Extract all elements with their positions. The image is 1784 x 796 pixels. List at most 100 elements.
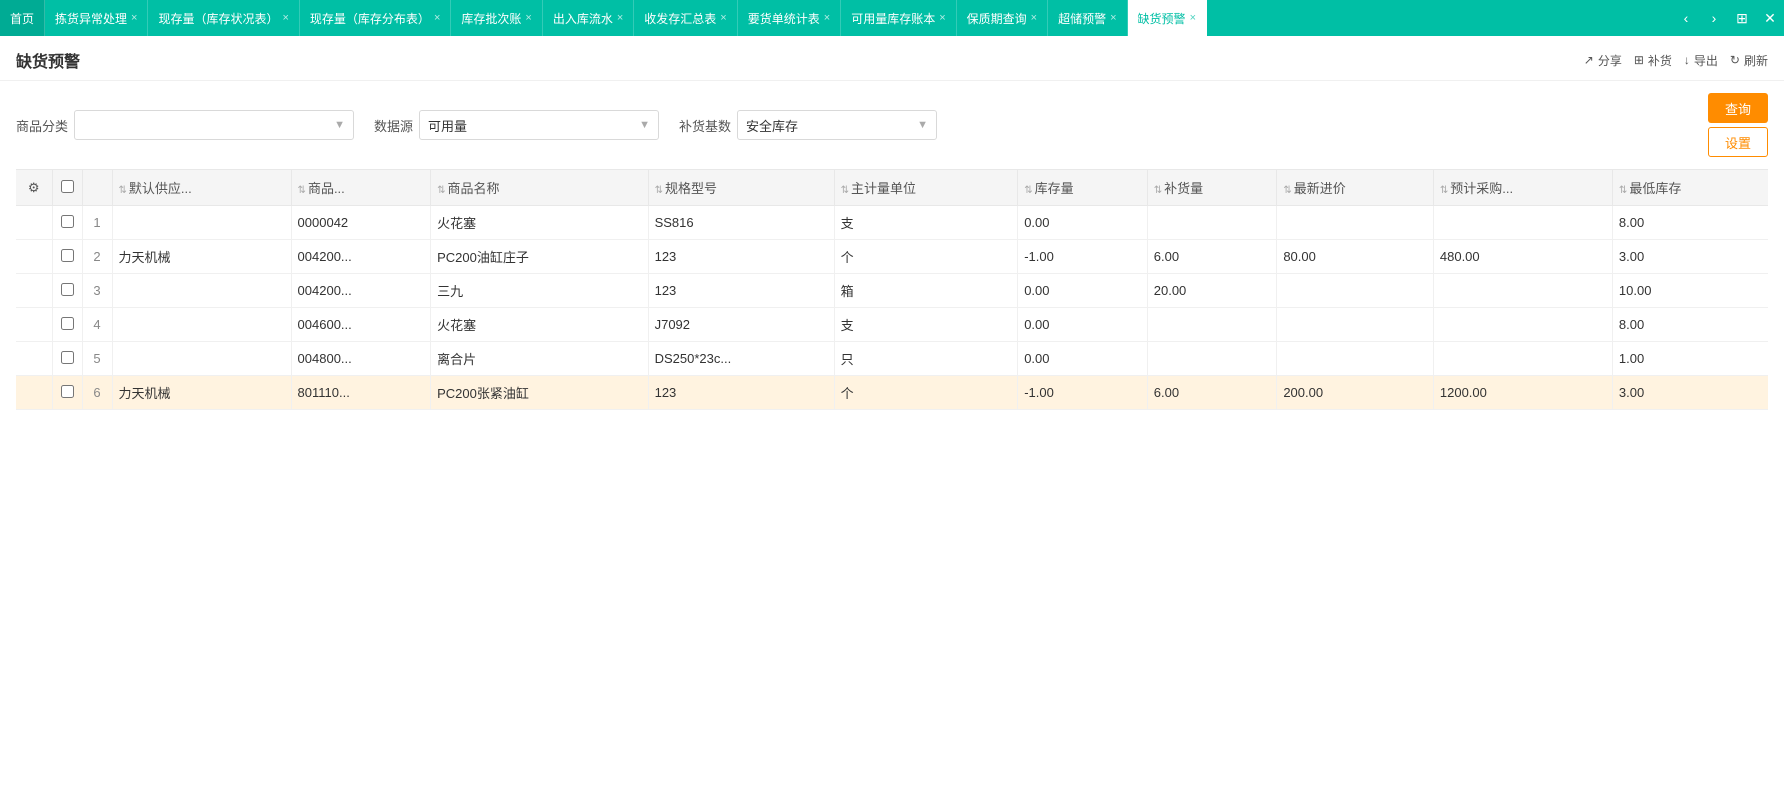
nav-tab-2[interactable]: 现存量（库存状况表） × [148,0,299,36]
cell-estimated_purchase: 1200.00 [1433,376,1612,410]
nav-tab-11[interactable]: 缺货预警 × [1128,0,1207,36]
nav-tab-close[interactable]: × [1110,12,1116,24]
replenish-icon: ⊞ [1634,53,1644,67]
nav-tab-close[interactable]: × [824,12,830,24]
cell-product_code: 004800... [291,342,431,376]
nav-tab-4[interactable]: 库存批次账× [451,0,542,36]
cell-min_stock: 3.00 [1612,240,1768,274]
row-settings-cell [16,308,52,342]
cell-min_stock: 10.00 [1612,274,1768,308]
nav-tab-9[interactable]: 保质期查询× [957,0,1048,36]
cell-product_code: 0000042 [291,206,431,240]
row-checkbox[interactable] [61,215,74,228]
cell-product_code: 004200... [291,240,431,274]
cell-min_stock: 8.00 [1612,206,1768,240]
row-checkbox[interactable] [61,249,74,262]
nav-tab-10[interactable]: 超储预警 × [1048,0,1127,36]
page-title: 缺货预警 [16,48,80,72]
nav-tab-label: 超储预警 [1058,10,1106,27]
row-checkbox-cell [52,376,82,410]
col-header-min_stock[interactable]: ⇅最低库存 [1612,170,1768,206]
col-header-default_supplier[interactable]: ⇅默认供应... [112,170,291,206]
cell-latest_price: 200.00 [1277,376,1434,410]
nav-tab-3[interactable]: 现存量（库存分布表）× [300,0,451,36]
share-button[interactable]: ↗ 分享 [1584,52,1622,69]
export-icon: ↓ [1684,53,1690,67]
row-checkbox-cell [52,274,82,308]
cell-min_stock: 3.00 [1612,376,1768,410]
cell-default_supplier [112,206,291,240]
cell-default_supplier: 力天机械 [112,376,291,410]
refresh-button[interactable]: ↻ 刷新 [1730,52,1768,69]
nav-tab-7[interactable]: 要货单统计表 × [738,0,841,36]
header-actions: ↗ 分享 ⊞ 补货 ↓ 导出 ↻ 刷新 [1584,52,1768,69]
refresh-icon: ↻ [1730,53,1740,67]
nav-tab-close[interactable]: × [617,12,623,24]
nav-tab-label: 首页 [10,10,34,27]
nav-tab-8[interactable]: 可用量库存账本× [841,0,956,36]
nav-tab-label: 要货单统计表 [748,10,820,27]
nav-tab-close[interactable]: × [282,12,288,24]
replenish-button[interactable]: ⊞ 补货 [1634,52,1672,69]
nav-tab-close[interactable]: × [434,12,440,24]
nav-prev-button[interactable]: ‹ [1672,0,1700,36]
row-number: 2 [82,240,112,274]
nav-tab-0[interactable]: 首页 [0,0,45,36]
cell-estimated_purchase [1433,308,1612,342]
cell-latest_price: 80.00 [1277,240,1434,274]
row-checkbox[interactable] [61,385,74,398]
export-button[interactable]: ↓ 导出 [1684,52,1718,69]
cell-spec: J7092 [648,308,834,342]
row-checkbox[interactable] [61,283,74,296]
row-checkbox[interactable] [61,317,74,330]
commodity-dropdown-icon: ▼ [334,119,345,131]
col-header-latest_price[interactable]: ⇅最新进价 [1277,170,1434,206]
nav-tab-1[interactable]: 拣货异常处理× [45,0,148,36]
table-row: 3004200...三九123箱0.0020.0010.00 [16,274,1768,308]
cell-product_name: 火花塞 [431,308,648,342]
nav-tab-label: 缺货预警 [1138,10,1186,27]
datasource-dropdown-icon: ▼ [639,119,650,131]
cell-estimated_purchase: 480.00 [1433,240,1612,274]
nav-tab-close[interactable]: × [720,12,726,24]
col-header-stock[interactable]: ⇅库存量 [1018,170,1148,206]
row-checkbox-cell [52,240,82,274]
nav-next-button[interactable]: › [1700,0,1728,36]
col-header-estimated_purchase[interactable]: ⇅预计采购... [1433,170,1612,206]
query-button[interactable]: 查询 [1708,93,1768,123]
commodity-filter-group: 商品分类 ▼ [16,110,354,140]
cell-spec: DS250*23c... [648,342,834,376]
col-header-unit[interactable]: ⇅主计量单位 [834,170,1018,206]
nav-tab-close[interactable]: × [131,12,137,24]
col-header-replenish_qty[interactable]: ⇅补货量 [1147,170,1277,206]
cell-spec: SS816 [648,206,834,240]
col-header-product_code[interactable]: ⇅商品... [291,170,431,206]
replenish-base-select[interactable]: 安全库存 ▼ [737,110,937,140]
nav-tab-close[interactable]: × [1031,12,1037,24]
nav-tab-label: 出入库流水 [553,10,613,27]
sort-icon: ⇅ [841,185,849,196]
nav-restore-button[interactable]: ⊞ [1728,0,1756,36]
nav-tab-6[interactable]: 收发存汇总表× [634,0,737,36]
nav-close-button[interactable]: ✕ [1756,0,1784,36]
commodity-select[interactable]: ▼ [74,110,354,140]
select-all-checkbox[interactable] [61,180,74,193]
nav-tab-close[interactable]: × [1190,12,1196,24]
nav-tab-close[interactable]: × [939,12,945,24]
table-settings-icon[interactable]: ⚙ [28,180,40,195]
cell-replenish_qty [1147,342,1277,376]
row-checkbox[interactable] [61,351,74,364]
nav-tab-5[interactable]: 出入库流水 × [543,0,634,36]
nav-tab-label: 现存量（库存状况表） [158,10,278,27]
nav-tab-close[interactable]: × [525,12,531,24]
settings-button[interactable]: 设置 [1708,127,1768,157]
replenish-base-dropdown-icon: ▼ [917,119,928,131]
cell-spec: 123 [648,240,834,274]
cell-latest_price [1277,342,1434,376]
datasource-select[interactable]: 可用量 ▼ [419,110,659,140]
col-header-spec[interactable]: ⇅规格型号 [648,170,834,206]
cell-stock: 0.00 [1018,206,1148,240]
row-settings-cell [16,342,52,376]
col-header-product_name[interactable]: ⇅商品名称 [431,170,648,206]
row-number: 4 [82,308,112,342]
